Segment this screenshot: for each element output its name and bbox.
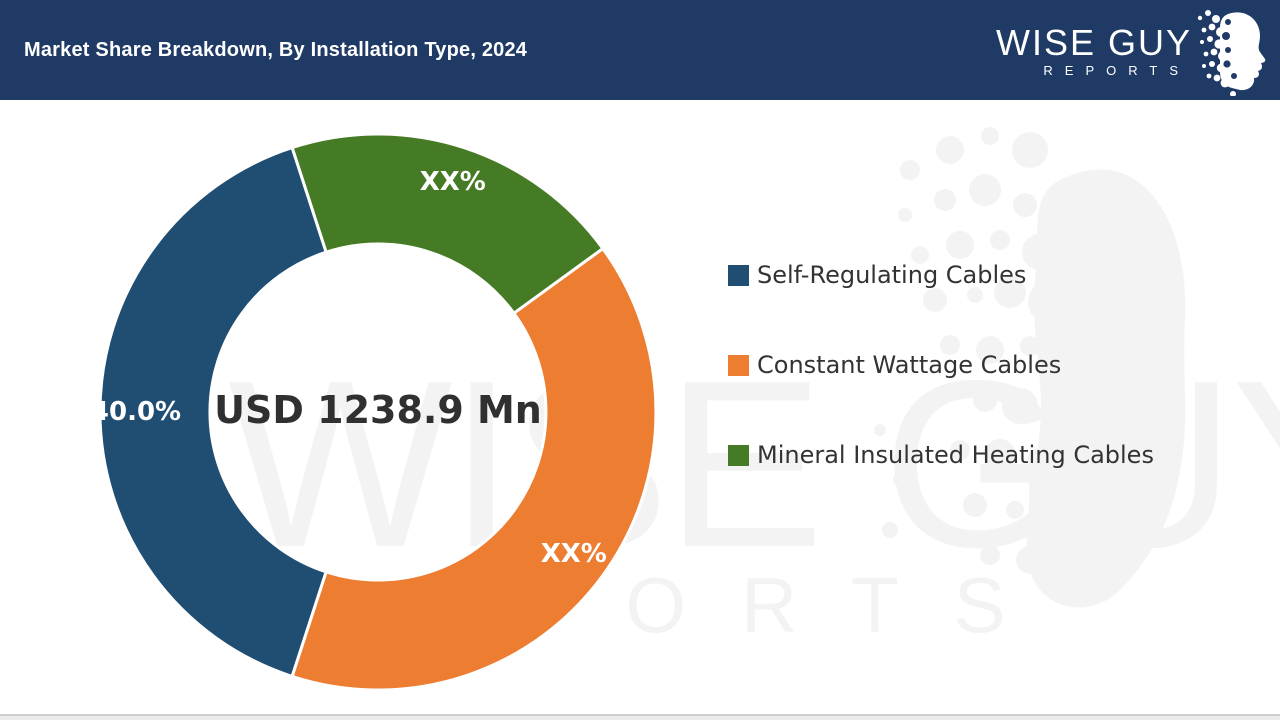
- legend-swatch-blue: [728, 264, 749, 286]
- logo-wordmark: WISE GUY: [995, 22, 1192, 63]
- page-title: Market Share Breakdown, By Installation …: [24, 38, 528, 61]
- legend-label: Constant Wattage Cables: [757, 351, 1062, 379]
- legend-label: Mineral Insulated Heating Cables: [757, 441, 1154, 469]
- chart-legend: Self-Regulating Cables Constant Wattage …: [728, 261, 1154, 469]
- logo-subtitle: REPORTS: [1043, 63, 1190, 78]
- bottom-border: [0, 714, 1280, 720]
- wiseguy-logo: WISE GUY REPORTS: [996, 0, 1270, 100]
- legend-swatch-orange: [728, 354, 749, 376]
- legend-item-self-regulating-cables: Self-Regulating Cables: [728, 261, 1154, 289]
- legend-item-constant-wattage-cables: Constant Wattage Cables: [728, 351, 1154, 379]
- wiseguy-face-icon: [1197, 10, 1266, 96]
- header-bar: Market Share Breakdown, By Installation …: [0, 0, 1280, 100]
- legend-swatch-green: [728, 444, 749, 466]
- legend-label: Self-Regulating Cables: [757, 261, 1027, 289]
- report-page: Market Share Breakdown, By Installation …: [0, 0, 1280, 720]
- donut-center-value: USD 1238.9 Mn: [214, 388, 542, 432]
- watermark-text-2: REPORTS: [300, 561, 1061, 649]
- legend-item-mineral-insulated-heating-cables: Mineral Insulated Heating Cables: [728, 441, 1154, 469]
